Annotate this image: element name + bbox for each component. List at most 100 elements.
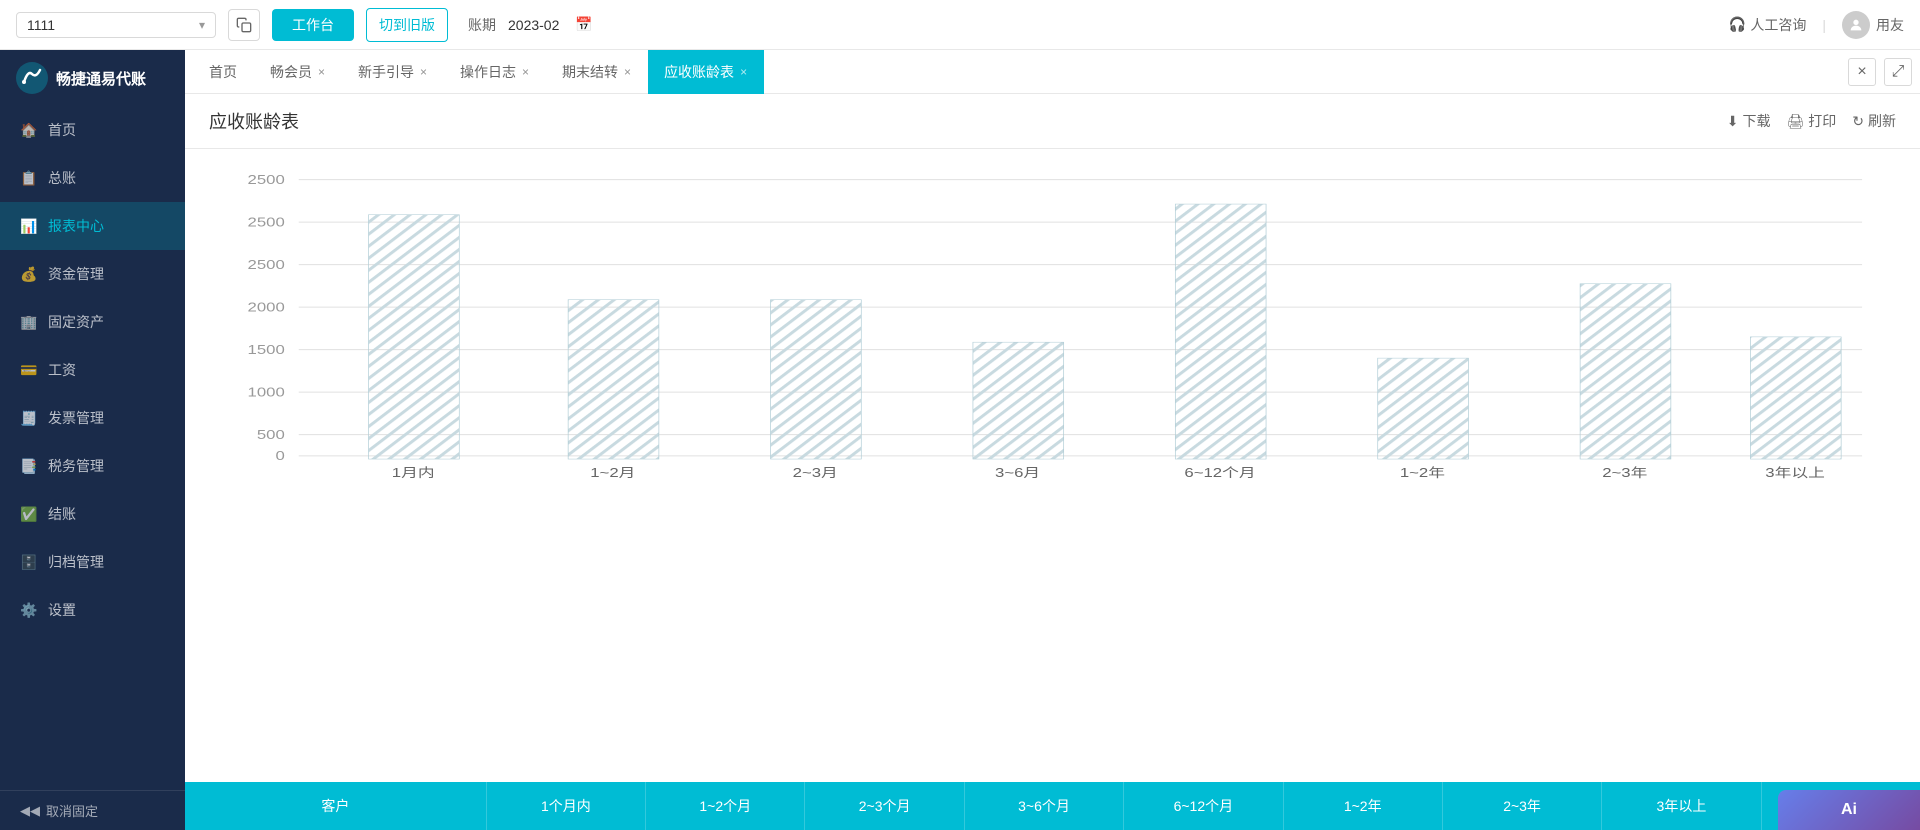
salary-icon: 💳 <box>20 361 38 379</box>
logo-area: 畅捷通易代账 <box>0 50 185 106</box>
sidebar-item-label-archive: 归档管理 <box>48 552 104 572</box>
tab-yearend[interactable]: 期末结转× <box>546 50 648 94</box>
sidebar-item-tax[interactable]: 📑 税务管理 <box>0 442 185 490</box>
cancel-fixed-label: 取消固定 <box>46 801 98 820</box>
workbench-button[interactable]: 工作台 <box>272 9 354 41</box>
table-header-客户: 客户 <box>185 782 487 830</box>
close-all-tabs-button[interactable]: × <box>1848 58 1876 86</box>
switch-version-button[interactable]: 切到旧版 <box>366 8 448 42</box>
sidebar-item-reports[interactable]: 📊 报表中心 <box>0 202 185 250</box>
content-area: 首页畅会员×新手引导×操作日志×期末结转×应收账龄表× × ⤢ 应收账龄表 ⬇ … <box>185 50 1920 830</box>
assets-icon: 🏢 <box>20 313 38 331</box>
table-header-6~12个月: 6~12个月 <box>1124 782 1283 830</box>
svg-text:3~6月: 3~6月 <box>995 467 1040 481</box>
print-icon: 🖨 <box>1786 113 1804 130</box>
chart-container: 0 500 1000 1500 2000 2500 2500 2500 <box>185 149 1920 782</box>
tab-close-guide[interactable]: × <box>420 65 427 79</box>
main-layout: 畅捷通易代账 🏠 首页 📋 总账 📊 报表中心 💰 资金管理 🏢 固定资产 💳 … <box>0 50 1920 830</box>
sidebar-item-home[interactable]: 🏠 首页 <box>0 106 185 154</box>
print-button[interactable]: 🖨 打印 <box>1786 111 1836 131</box>
period-value: 2023-02 <box>508 17 559 33</box>
sidebar-item-archive[interactable]: 🗄️ 归档管理 <box>0 538 185 586</box>
svg-text:3年以上: 3年以上 <box>1765 466 1825 481</box>
bar-3年以上 <box>1750 337 1841 459</box>
header-right: 🎧 人工咨询 | 用友 <box>1729 11 1904 39</box>
sidebar-item-label-salary: 工资 <box>48 360 76 380</box>
table-header-3~6个月: 3~6个月 <box>965 782 1124 830</box>
svg-text:1月内: 1月内 <box>392 466 435 481</box>
expand-button[interactable]: ⤢ <box>1884 58 1912 86</box>
tab-guide[interactable]: 新手引导× <box>342 50 444 94</box>
svg-text:6~12个月: 6~12个月 <box>1184 466 1255 481</box>
svg-text:2~3年: 2~3年 <box>1602 466 1647 481</box>
sidebar-item-label-settings: 设置 <box>48 600 76 620</box>
tab-close-oplog[interactable]: × <box>522 65 529 79</box>
sidebar-item-ledger[interactable]: 📋 总账 <box>0 154 185 202</box>
page-actions: ⬇ 下载 🖨 打印 ↻ 刷新 <box>1727 111 1896 131</box>
ai-assistant-button[interactable]: Ai <box>1778 790 1920 830</box>
table-header-1~2个月: 1~2个月 <box>646 782 805 830</box>
copy-button[interactable] <box>228 9 260 41</box>
refresh-label: 刷新 <box>1868 111 1896 131</box>
bar-1-2年 <box>1378 358 1469 459</box>
tab-ageable[interactable]: 应收账龄表× <box>648 50 764 94</box>
archive-icon: 🗄️ <box>20 553 38 571</box>
bar-chart: 0 500 1000 1500 2000 2500 2500 2500 <box>215 169 1890 509</box>
user-button[interactable]: 用友 <box>1842 11 1904 39</box>
headset-icon: 🎧 <box>1729 16 1746 33</box>
tab-label-home: 首页 <box>209 62 237 82</box>
svg-text:2500: 2500 <box>248 216 285 230</box>
svg-text:1500: 1500 <box>248 344 285 358</box>
sidebar-item-funds[interactable]: 💰 资金管理 <box>0 250 185 298</box>
svg-text:1000: 1000 <box>248 386 285 400</box>
tab-member[interactable]: 畅会员 × <box>254 50 342 94</box>
sidebar-item-checkout[interactable]: ✅ 结账 <box>0 490 185 538</box>
sidebar-item-label-reports: 报表中心 <box>48 216 104 236</box>
sidebar-item-assets[interactable]: 🏢 固定资产 <box>0 298 185 346</box>
app-name: 畅捷通易代账 <box>56 68 146 89</box>
svg-text:2500: 2500 <box>248 259 285 273</box>
cancel-fixed-button[interactable]: ◀◀ 取消固定 <box>20 801 165 820</box>
service-label: 人工咨询 <box>1750 15 1806 35</box>
tab-close-yearend[interactable]: × <box>624 65 631 79</box>
ledger-icon: 📋 <box>20 169 38 187</box>
tab-label-member: 畅会员 <box>270 62 312 82</box>
download-icon: ⬇ <box>1727 113 1739 130</box>
period-label: 账期 <box>468 15 496 35</box>
sidebar: 畅捷通易代账 🏠 首页 📋 总账 📊 报表中心 💰 资金管理 🏢 固定资产 💳 … <box>0 50 185 830</box>
bar-2-3月 <box>771 300 862 459</box>
tab-close-member[interactable]: × <box>318 65 325 79</box>
chart-wrapper: 0 500 1000 1500 2000 2500 2500 2500 <box>215 169 1890 509</box>
refresh-icon: ↻ <box>1852 113 1864 130</box>
download-button[interactable]: ⬇ 下载 <box>1727 111 1771 131</box>
table-header-2~3年: 2~3年 <box>1443 782 1602 830</box>
sidebar-bottom: ◀◀ 取消固定 <box>0 790 185 830</box>
print-label: 打印 <box>1808 111 1836 131</box>
calendar-icon[interactable]: 📅 <box>575 16 592 33</box>
chevron-down-icon: ▾ <box>199 18 205 32</box>
page-content: 应收账龄表 ⬇ 下载 🖨 打印 ↻ 刷新 <box>185 94 1920 830</box>
funds-icon: 💰 <box>20 265 38 283</box>
bar-1-2月 <box>568 300 659 459</box>
page-title: 应收账龄表 <box>209 108 299 134</box>
sidebar-item-label-assets: 固定资产 <box>48 312 104 332</box>
refresh-button[interactable]: ↻ 刷新 <box>1852 111 1896 131</box>
sidebar-item-invoice[interactable]: 🧾 发票管理 <box>0 394 185 442</box>
sidebar-item-settings[interactable]: ⚙️ 设置 <box>0 586 185 634</box>
svg-text:1~2年: 1~2年 <box>1400 466 1445 481</box>
sidebar-item-salary[interactable]: 💳 工资 <box>0 346 185 394</box>
company-name: 1111 <box>27 17 191 33</box>
tab-label-oplog: 操作日志 <box>460 62 516 82</box>
tab-close-ageable[interactable]: × <box>740 65 747 79</box>
avatar <box>1842 11 1870 39</box>
tab-oplog[interactable]: 操作日志 × <box>444 50 546 94</box>
bar-1月内 <box>369 215 460 459</box>
company-selector[interactable]: 1111 ▾ <box>16 12 216 38</box>
svg-text:0: 0 <box>275 450 284 464</box>
top-header: 1111 ▾ 工作台 切到旧版 账期 2023-02 📅 🎧 人工咨询 | 用友 <box>0 0 1920 50</box>
service-button[interactable]: 🎧 人工咨询 <box>1729 15 1806 35</box>
svg-text:1~2月: 1~2月 <box>590 467 635 481</box>
speaker-icon: ◀◀ <box>20 803 40 819</box>
sidebar-item-label-checkout: 结账 <box>48 504 76 524</box>
tab-home[interactable]: 首页 <box>193 50 254 94</box>
